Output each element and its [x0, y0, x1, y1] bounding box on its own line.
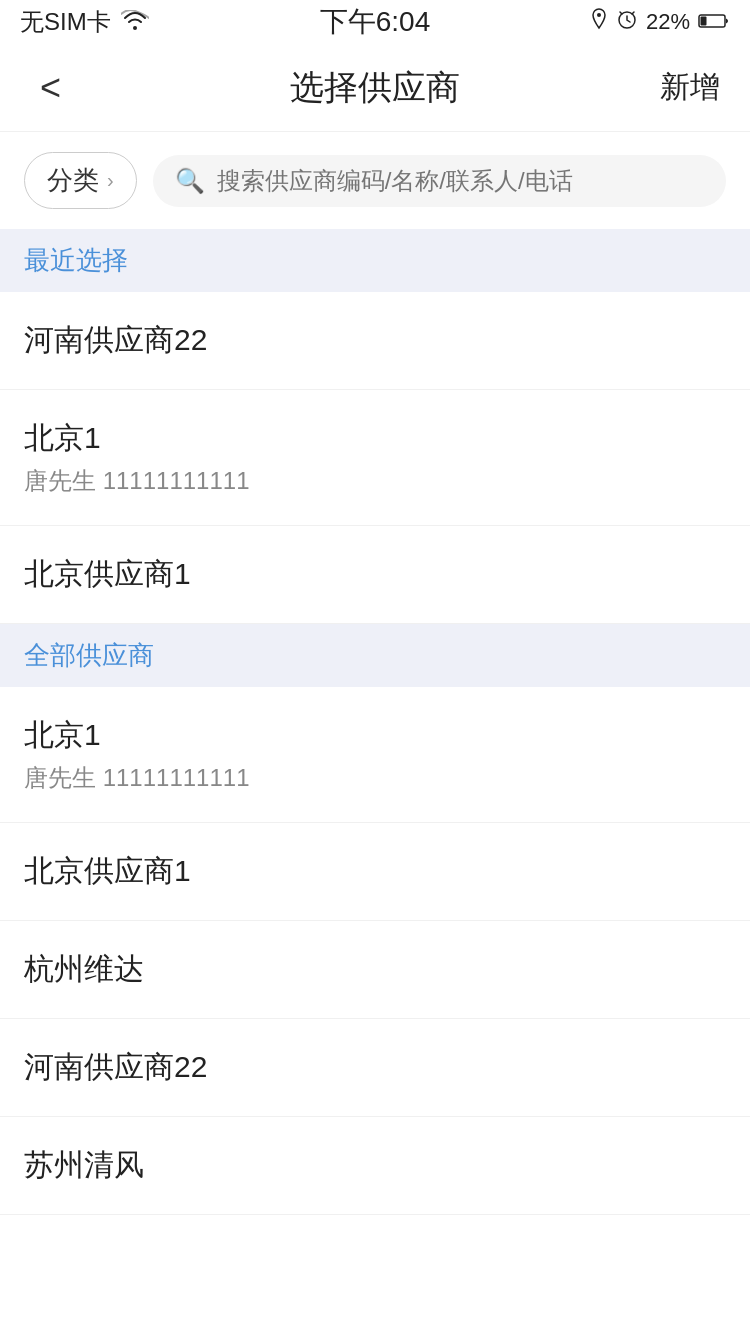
category-filter-button[interactable]: 分类 ›	[24, 152, 137, 209]
item-name: 苏州清风	[24, 1145, 726, 1186]
wifi-icon	[121, 8, 149, 36]
chevron-right-icon: ›	[107, 169, 114, 192]
list-item[interactable]: 北京1 唐先生 11111111111	[0, 390, 750, 526]
item-name: 北京1	[24, 418, 726, 459]
item-name: 北京1	[24, 715, 726, 756]
carrier-text: 无SIM卡	[20, 6, 111, 38]
recent-list: 河南供应商22 北京1 唐先生 11111111111 北京供应商1	[0, 292, 750, 624]
search-icon: 🔍	[175, 167, 205, 195]
add-button[interactable]: 新增	[660, 67, 720, 108]
alarm-icon	[616, 8, 638, 36]
item-name: 杭州维达	[24, 949, 726, 990]
status-right: 22%	[590, 8, 730, 36]
item-name: 河南供应商22	[24, 1047, 726, 1088]
all-section-label: 全部供应商	[24, 640, 154, 670]
item-name: 北京供应商1	[24, 554, 726, 595]
recent-section-header: 最近选择	[0, 229, 750, 292]
all-section-header: 全部供应商	[0, 624, 750, 687]
list-item[interactable]: 北京1 唐先生 11111111111	[0, 687, 750, 823]
search-box[interactable]: 🔍	[153, 155, 726, 207]
search-input[interactable]	[217, 167, 704, 195]
back-button[interactable]: <	[30, 57, 71, 119]
svg-point-0	[597, 13, 601, 17]
list-item[interactable]: 河南供应商22	[0, 1019, 750, 1117]
list-item[interactable]: 北京供应商1	[0, 526, 750, 624]
recent-section-label: 最近选择	[24, 245, 128, 275]
filter-bar: 分类 › 🔍	[0, 132, 750, 229]
status-time: 下午6:04	[320, 3, 431, 41]
item-name: 北京供应商1	[24, 851, 726, 892]
battery-percent: 22%	[646, 9, 690, 35]
status-bar: 无SIM卡 下午6:04 22%	[0, 0, 750, 44]
status-left: 无SIM卡	[20, 6, 149, 38]
item-sub: 唐先生 11111111111	[24, 465, 726, 497]
list-item[interactable]: 苏州清风	[0, 1117, 750, 1215]
list-item[interactable]: 河南供应商22	[0, 292, 750, 390]
list-item[interactable]: 杭州维达	[0, 921, 750, 1019]
battery-icon	[698, 9, 730, 35]
list-item[interactable]: 北京供应商1	[0, 823, 750, 921]
page-title: 选择供应商	[290, 65, 460, 111]
nav-bar: < 选择供应商 新增	[0, 44, 750, 132]
location-icon	[590, 8, 608, 36]
category-label: 分类	[47, 163, 99, 198]
svg-rect-3	[701, 17, 707, 26]
item-name: 河南供应商22	[24, 320, 726, 361]
item-sub: 唐先生 11111111111	[24, 762, 726, 794]
all-list: 北京1 唐先生 11111111111 北京供应商1 杭州维达河南供应商22 苏州清风	[0, 687, 750, 1215]
